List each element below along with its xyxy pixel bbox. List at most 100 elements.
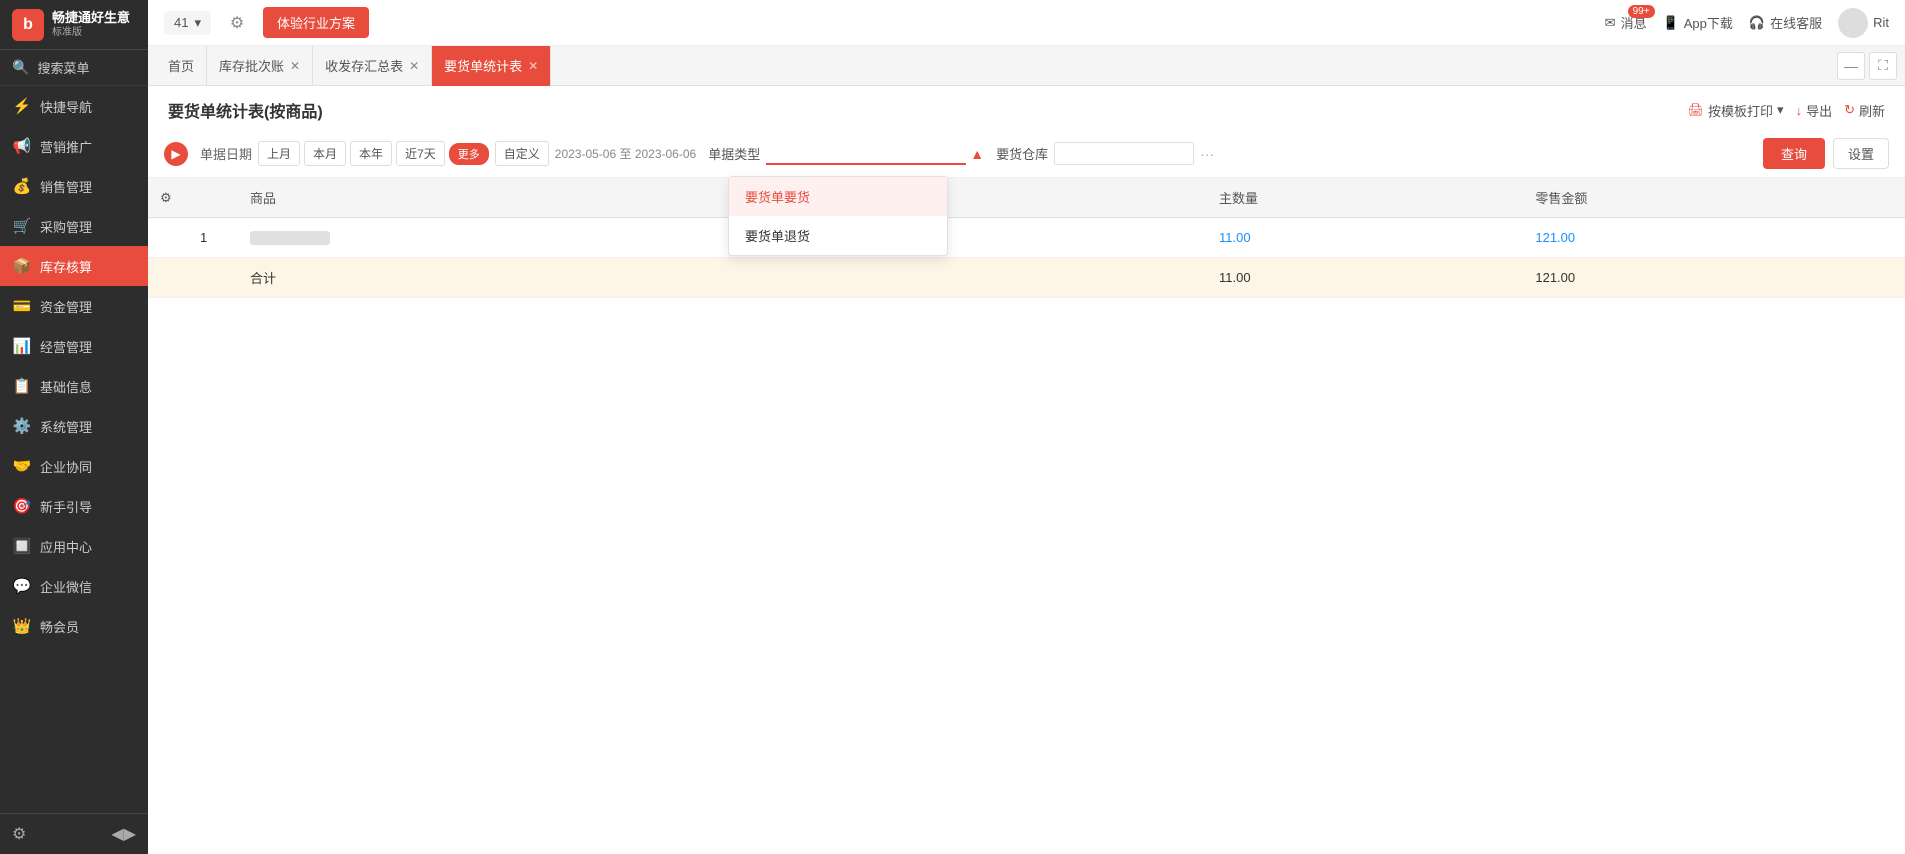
online-service-button[interactable]: 🎧 在线客服 [1749, 13, 1822, 32]
date-this-year-btn[interactable]: 本年 [350, 141, 392, 166]
sidebar: b 畅捷通好生意 标准版 🔍 搜索菜单 ⚡ 快捷导航 📢 营销推广 💰 销售管理… [0, 0, 148, 854]
sidebar-item-enterprise[interactable]: 🤝 企业协同 [0, 446, 148, 486]
type-select: ▲ [766, 142, 984, 165]
header-right: ✉ 消息 99+ 📱 App下载 🎧 在线客服 Rit [1605, 8, 1889, 38]
summary-label-cell: 合计 [238, 258, 760, 298]
store-selector[interactable]: 41 ▾ [164, 11, 211, 35]
page-header: 要货单统计表(按商品) 🖨 按模板打印 ▾ ↓ 导出 ↻ 刷新 [148, 86, 1905, 130]
message-badge: 99+ [1628, 5, 1655, 18]
page-actions: 🖨 按模板打印 ▾ ↓ 导出 ↻ 刷新 [1688, 101, 1886, 120]
collapse-icon[interactable]: ◀▶ [111, 824, 136, 844]
summary-empty-2 [188, 258, 238, 298]
tab-close-order[interactable]: ✕ [528, 59, 538, 73]
sidebar-item-finance[interactable]: 💳 资金管理 [0, 286, 148, 326]
tab-home[interactable]: 首页 [156, 46, 207, 86]
apps-icon: 🔲 [12, 536, 32, 556]
row-quantity-cell[interactable]: 11.00 [1207, 218, 1523, 258]
sidebar-item-inventory[interactable]: 📦 库存核算 [0, 246, 148, 286]
filter-expand-button[interactable]: ▶ [164, 142, 188, 166]
enterprise-icon: 🤝 [12, 456, 32, 476]
messages-button[interactable]: ✉ 消息 99+ [1605, 13, 1647, 32]
export-button[interactable]: ↓ 导出 [1796, 101, 1833, 120]
row-num-cell: 1 [188, 218, 238, 258]
query-button[interactable]: 查询 [1763, 138, 1825, 169]
operations-icon: 📊 [12, 336, 32, 356]
tab-minimize-button[interactable]: — [1837, 52, 1865, 80]
sidebar-item-quick-nav[interactable]: ⚡ 快捷导航 [0, 86, 148, 126]
sidebar-item-wechat[interactable]: 💬 企业微信 [0, 566, 148, 606]
date-prev-month-btn[interactable]: 上月 [258, 141, 300, 166]
page-content: 要货单统计表(按商品) 🖨 按模板打印 ▾ ↓ 导出 ↻ 刷新 ▶ [148, 86, 1905, 854]
date-filter-group: 单据日期 上月 本月 本年 近7天 更多 自定义 2023-05-06 至 20… [200, 141, 696, 166]
header-gear-button[interactable]: ⚙ [223, 9, 251, 37]
purchase-icon: 🛒 [12, 216, 32, 236]
sidebar-logo: b 畅捷通好生意 标准版 [0, 0, 148, 50]
user-avatar-button[interactable]: Rit [1838, 8, 1889, 38]
setting-button[interactable]: 设置 [1833, 138, 1889, 169]
data-table: ⚙ 商品 主计量单位 主数量 零售金额 1 [148, 178, 1905, 298]
basic-icon: 📋 [12, 376, 32, 396]
filter-more-options-icon[interactable]: ··· [1200, 146, 1214, 162]
refresh-button[interactable]: ↻ 刷新 [1844, 101, 1885, 120]
date-filter-label: 单据日期 [200, 144, 252, 163]
message-icon: ✉ [1605, 15, 1616, 31]
table-container: ⚙ 商品 主计量单位 主数量 零售金额 1 [148, 178, 1905, 298]
tab-order-stats[interactable]: 要货单统计表 ✕ [432, 46, 551, 86]
sidebar-item-basic[interactable]: 📋 基础信息 [0, 366, 148, 406]
tab-expand-button[interactable]: ⛶ [1869, 52, 1897, 80]
sidebar-item-purchase[interactable]: 🛒 采购管理 [0, 206, 148, 246]
table-header-row: ⚙ 商品 主计量单位 主数量 零售金额 [148, 178, 1905, 218]
guide-icon: 🎯 [12, 496, 32, 516]
date-this-month-btn[interactable]: 本月 [304, 141, 346, 166]
page-title: 要货单统计表(按商品) [168, 98, 323, 122]
header-left: 41 ▾ ⚙ 体验行业方案 [164, 7, 369, 38]
tab-collect-summary[interactable]: 收发存汇总表 ✕ [313, 46, 432, 86]
col-settings[interactable]: ⚙ [148, 178, 188, 218]
summary-quantity-cell: 11.00 [1207, 258, 1523, 298]
dropdown-item-purchase-order[interactable]: 要货单要货 [729, 177, 947, 216]
sidebar-item-apps[interactable]: 🔲 应用中心 [0, 526, 148, 566]
table-row: 1 块 11.00 121.00 [148, 218, 1905, 258]
filter-bar: ▶ 单据日期 上月 本月 本年 近7天 更多 自定义 2023-05-06 至 … [148, 130, 1905, 178]
tab-bar: 首页 库存批次账 ✕ 收发存汇总表 ✕ 要货单统计表 ✕ — ⛶ [148, 46, 1905, 86]
print-button[interactable]: 🖨 按模板打印 ▾ [1688, 101, 1784, 120]
member-icon: 👑 [12, 616, 32, 636]
tab-batch-account[interactable]: 库存批次账 ✕ [207, 46, 313, 86]
tab-close-batch[interactable]: ✕ [290, 59, 300, 73]
row-settings-cell [148, 218, 188, 258]
summary-empty-1 [148, 258, 188, 298]
type-filter-label: 单据类型 [708, 144, 760, 163]
warehouse-input[interactable] [1054, 142, 1194, 165]
date-more-btn[interactable]: 更多 [449, 143, 489, 165]
row-product-cell [238, 218, 760, 258]
sidebar-item-system[interactable]: ⚙️ 系统管理 [0, 406, 148, 446]
trial-button[interactable]: 体验行业方案 [263, 7, 369, 38]
quick-nav-icon: ⚡ [12, 96, 32, 116]
date-7days-btn[interactable]: 近7天 [396, 141, 445, 166]
type-input[interactable] [766, 142, 966, 165]
col-amount: 零售金额 [1523, 178, 1905, 218]
tab-close-collect[interactable]: ✕ [409, 59, 419, 73]
user-avatar [1838, 8, 1868, 38]
search-icon: 🔍 [12, 59, 29, 76]
dropdown-item-purchase-return[interactable]: 要货单退货 [729, 216, 947, 255]
print-icon: 🖨 [1688, 102, 1705, 118]
type-dropdown-arrow-icon[interactable]: ▲ [970, 146, 984, 162]
sidebar-item-sales[interactable]: 💰 销售管理 [0, 166, 148, 206]
sidebar-item-guide[interactable]: 🎯 新手引导 [0, 486, 148, 526]
product-placeholder [250, 231, 330, 245]
marketing-icon: 📢 [12, 136, 32, 156]
row-amount-cell[interactable]: 121.00 [1523, 218, 1905, 258]
sidebar-item-operations[interactable]: 📊 经营管理 [0, 326, 148, 366]
logo-icon: b [12, 9, 44, 41]
finance-icon: 💳 [12, 296, 32, 316]
summary-amount-cell: 121.00 [1523, 258, 1905, 298]
settings-bottom-icon[interactable]: ⚙ [12, 824, 26, 844]
app-download-button[interactable]: 📱 App下载 [1663, 13, 1733, 32]
date-custom-btn[interactable]: 自定义 [495, 141, 549, 166]
sidebar-item-marketing[interactable]: 📢 营销推广 [0, 126, 148, 166]
sidebar-search[interactable]: 🔍 搜索菜单 [0, 50, 148, 86]
headset-icon: 🎧 [1749, 15, 1765, 31]
sidebar-item-member[interactable]: 👑 畅会员 [0, 606, 148, 646]
summary-row: 合计 11.00 121.00 [148, 258, 1905, 298]
